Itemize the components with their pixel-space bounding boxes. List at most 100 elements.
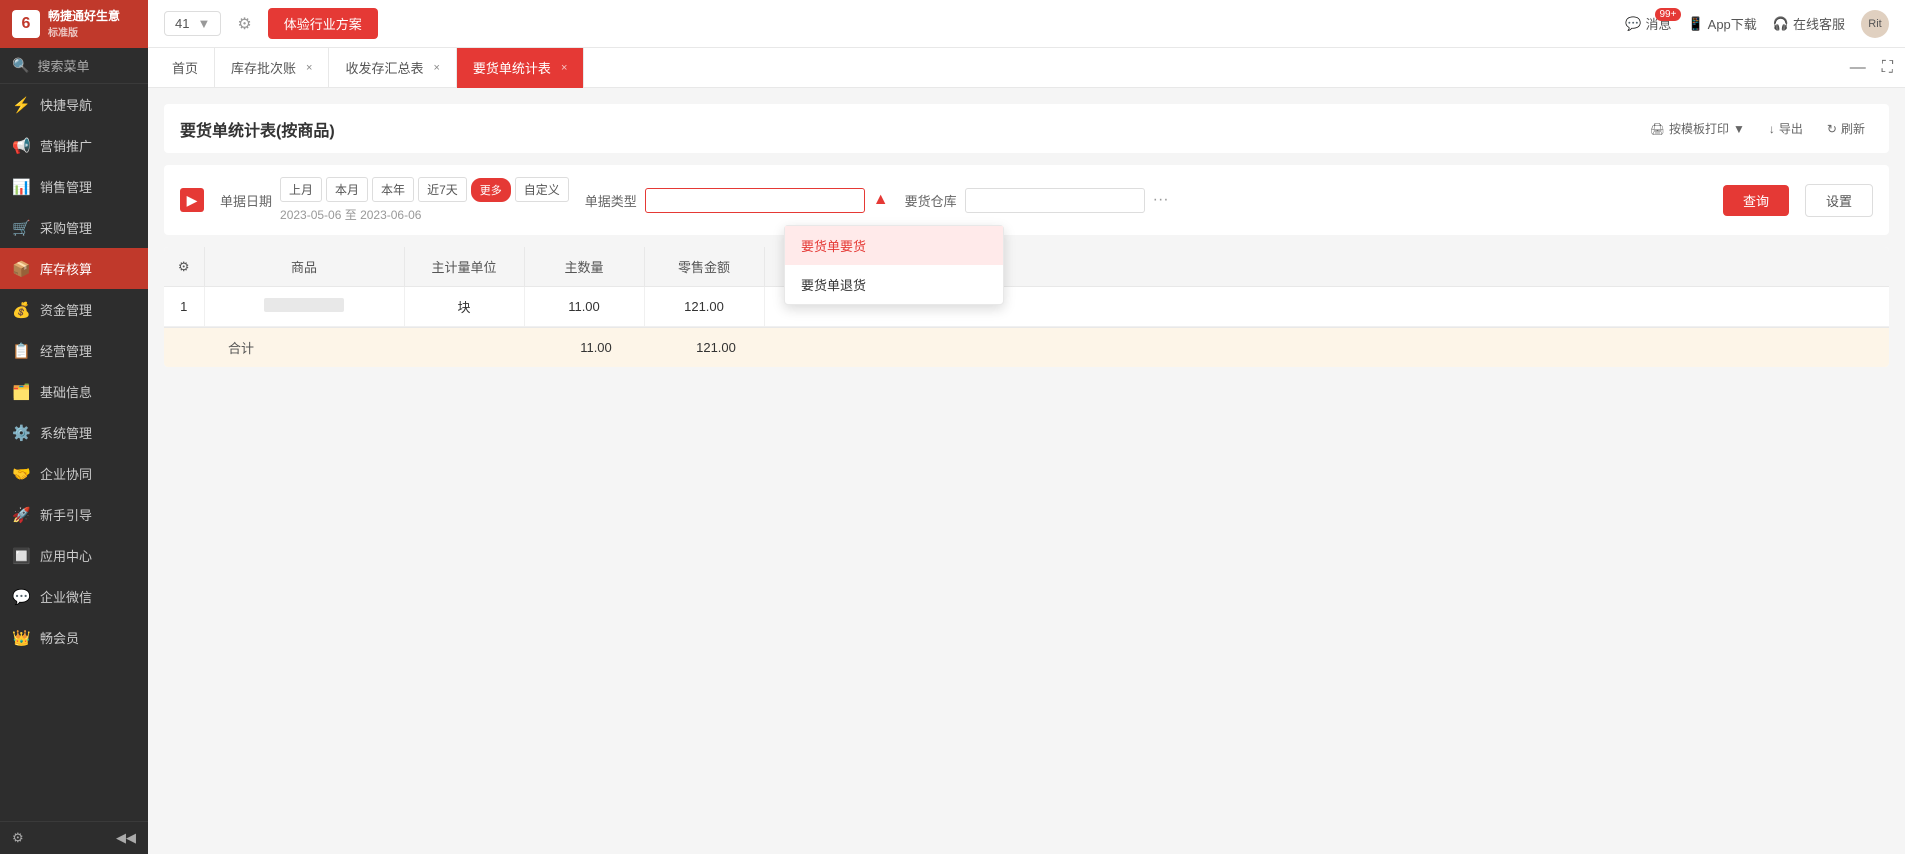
sidebar-item-wechat[interactable]: 💬 企业微信 [0, 576, 148, 617]
dropdown-item-label: 要货单要货 [801, 239, 866, 254]
refresh-label: 刷新 [1841, 120, 1865, 137]
wechat-icon: 💬 [12, 588, 30, 606]
sidebar-item-label: 资金管理 [40, 300, 92, 319]
warehouse-input[interactable] [965, 188, 1145, 213]
messages-item[interactable]: 💬 消息 99+ [1625, 14, 1671, 33]
td-quantity: 11.00 [524, 287, 644, 327]
goods-placeholder [264, 298, 344, 312]
sidebar-item-quick-nav[interactable]: ⚡ 快捷导航 [0, 84, 148, 125]
table-footer: 合计 11.00 121.00 [164, 327, 1889, 367]
type-toggle-icon[interactable]: ▲ [873, 191, 889, 209]
app-download-item[interactable]: 📱 App下载 [1687, 14, 1756, 33]
filter-type-group: 单据类型 ▲ [585, 188, 889, 213]
sidebar-item-operations[interactable]: 📋 经营管理 [0, 330, 148, 371]
sidebar-item-inventory[interactable]: 📦 库存核算 [0, 248, 148, 289]
type-label: 单据类型 [585, 191, 637, 210]
tab-home[interactable]: 首页 [156, 48, 215, 88]
sidebar-item-label: 销售管理 [40, 177, 92, 196]
sidebar-item-label: 企业微信 [40, 587, 92, 606]
logo-icon: 6 [12, 10, 40, 38]
sidebar-item-app-center[interactable]: 🔲 应用中心 [0, 535, 148, 576]
last-month-btn[interactable]: 上月 [280, 177, 322, 202]
sidebar-item-system[interactable]: ⚙️ 系统管理 [0, 412, 148, 453]
page-title: 要货单统计表(按商品) [180, 117, 335, 141]
tab-inventory-batch-close[interactable]: × [306, 62, 312, 74]
tab-inventory-batch[interactable]: 库存批次账 × [215, 48, 329, 88]
sidebar-item-label: 畅会员 [40, 628, 79, 647]
headset-icon: 🎧 [1773, 16, 1789, 32]
sidebar-item-guide[interactable]: 🚀 新手引导 [0, 494, 148, 535]
print-button[interactable]: 🖨 按模板打印 ▼ [1642, 116, 1753, 141]
filter-expand-button[interactable]: ▶ [180, 188, 204, 212]
app-center-icon: 🔲 [12, 547, 30, 565]
sidebar-item-label: 新手引导 [40, 505, 92, 524]
table-container: ⚙ 商品 主计量单位 主数量 零售金额 1 [164, 247, 1889, 367]
finance-icon: 💰 [12, 301, 30, 319]
online-service-item[interactable]: 🎧 在线客服 [1773, 14, 1845, 33]
warehouse-more-icon[interactable]: ··· [1153, 191, 1169, 209]
sidebar-item-label: 库存核算 [40, 259, 92, 278]
footer-amount: 121.00 [656, 340, 776, 355]
tab-receivable-summary[interactable]: 收发存汇总表 × [329, 48, 456, 88]
sidebar-item-member[interactable]: 👑 畅会员 [0, 617, 148, 658]
type-input[interactable] [645, 188, 865, 213]
dropdown-item-label: 要货单退货 [801, 278, 866, 293]
guide-icon: 🚀 [12, 506, 30, 524]
sidebar-item-label: 应用中心 [40, 546, 92, 565]
custom-date-btn[interactable]: 自定义 [515, 177, 569, 202]
more-dates-btn[interactable]: 更多 [471, 178, 511, 202]
export-button[interactable]: ↓ 导出 [1761, 116, 1811, 141]
refresh-button[interactable]: ↻ 刷新 [1819, 116, 1873, 141]
refresh-icon: ↻ [1827, 122, 1837, 136]
filter-date-group: 单据日期 上月 本月 本年 近7天 更多 自定义 2023-05-06 至 20… [220, 177, 569, 223]
sidebar-item-label: 快捷导航 [40, 95, 92, 114]
sidebar-item-purchase[interactable]: 🛒 采购管理 [0, 207, 148, 248]
tab-maximize-icon[interactable]: ⛶ [1878, 55, 1897, 81]
tab-inventory-batch-label: 库存批次账 [231, 58, 296, 77]
export-icon: ↓ [1769, 122, 1775, 136]
tab-order-summary-close[interactable]: × [561, 62, 567, 74]
sidebar-collapse[interactable]: ⚙ ◀◀ [0, 821, 148, 854]
tab-order-summary[interactable]: 要货单统计表 × [457, 48, 584, 88]
company-selector[interactable]: 41 ▼ [164, 11, 221, 36]
search-menu[interactable]: 🔍 搜索菜单 [0, 48, 148, 84]
dropdown-item-order-goods[interactable]: 要货单要货 [785, 226, 1003, 265]
sidebar-item-label: 经营管理 [40, 341, 92, 360]
dropdown-item-order-return[interactable]: 要货单退货 [785, 265, 1003, 304]
basic-icon: 🗂️ [12, 383, 30, 401]
th-settings[interactable]: ⚙ [164, 247, 204, 287]
td-goods [204, 287, 404, 327]
page-header: 要货单统计表(按商品) 🖨 按模板打印 ▼ ↓ 导出 ↻ 刷新 [164, 104, 1889, 153]
app-download-label: App下载 [1708, 14, 1757, 33]
online-service-label: 在线客服 [1793, 14, 1845, 33]
sidebar-item-basic[interactable]: 🗂️ 基础信息 [0, 371, 148, 412]
sidebar-item-sales[interactable]: 📊 销售管理 [0, 166, 148, 207]
operations-icon: 📋 [12, 342, 30, 360]
last-7days-btn[interactable]: 近7天 [418, 177, 467, 202]
trial-button[interactable]: 体验行业方案 [268, 8, 378, 39]
settings-icon[interactable]: ⚙ [12, 830, 24, 846]
sidebar-item-enterprise[interactable]: 🤝 企业协同 [0, 453, 148, 494]
th-amount: 零售金额 [644, 247, 764, 287]
sidebar-item-marketing[interactable]: 📢 营销推广 [0, 125, 148, 166]
tab-minimize-icon[interactable]: — [1846, 55, 1870, 81]
this-month-btn[interactable]: 本月 [326, 177, 368, 202]
th-goods: 商品 [204, 247, 404, 287]
sidebar: 6 畅捷通好生意 标准版 🔍 搜索菜单 ⚡ 快捷导航 📢 营销推广 📊 销售管理… [0, 0, 148, 854]
table-header-row: ⚙ 商品 主计量单位 主数量 零售金额 [164, 247, 1889, 287]
settings-gear-icon[interactable]: ⚙ [233, 10, 255, 38]
settings-button[interactable]: 设置 [1805, 184, 1873, 217]
query-button[interactable]: 查询 [1723, 185, 1789, 216]
tab-receivable-summary-close[interactable]: × [433, 62, 439, 74]
inventory-icon: 📦 [12, 260, 30, 278]
collapse-icon[interactable]: ◀◀ [116, 830, 136, 846]
tabs-actions: — ⛶ [1846, 55, 1897, 81]
avatar[interactable]: Rit [1861, 10, 1889, 38]
avatar-label: Rit [1868, 18, 1881, 30]
this-year-btn[interactable]: 本年 [372, 177, 414, 202]
chevron-down-icon: ▼ [197, 16, 210, 31]
export-label: 导出 [1779, 120, 1803, 137]
message-icon: 💬 [1625, 16, 1641, 32]
sidebar-item-finance[interactable]: 💰 资金管理 [0, 289, 148, 330]
topbar-left: 41 ▼ ⚙ 体验行业方案 [164, 8, 378, 39]
